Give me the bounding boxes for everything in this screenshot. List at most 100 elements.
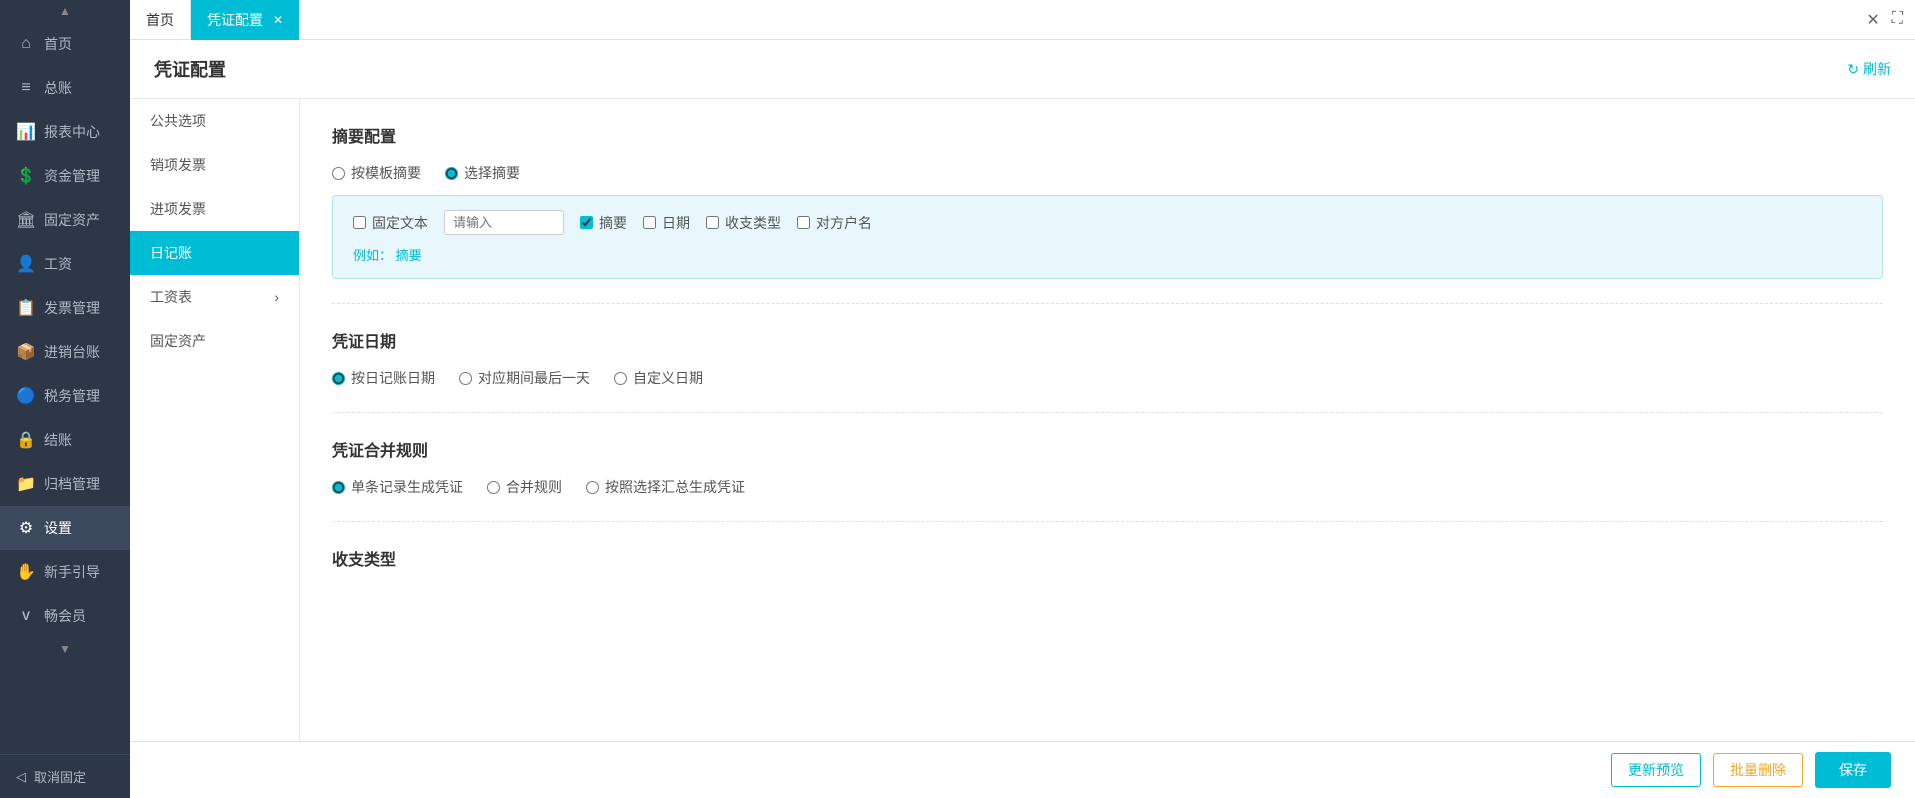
payroll-icon: 👤 bbox=[16, 254, 36, 274]
save-button[interactable]: 保存 bbox=[1815, 752, 1891, 788]
member-icon: V bbox=[16, 609, 36, 623]
left-nav-fixed-assets[interactable]: 固定资产 bbox=[130, 319, 299, 363]
invoices-icon: 📋 bbox=[16, 298, 36, 318]
summary-template-option[interactable]: 按模板摘要 bbox=[332, 163, 421, 183]
sidebar-scroll-up[interactable]: ▲ bbox=[0, 0, 130, 22]
main-area: 首页 凭证配置 ✕ ✕ ⛶ 凭证配置 ↻ 刷新 公共选项 bbox=[130, 0, 1915, 798]
sidebar-item-funds[interactable]: 💲 资金管理 bbox=[0, 154, 130, 198]
sidebar-item-guide[interactable]: ✋ 新手引导 bbox=[0, 550, 130, 594]
sidebar-unpin-button[interactable]: ◁ 取消固定 bbox=[0, 754, 130, 798]
merge-rule-radio[interactable] bbox=[487, 481, 500, 494]
refresh-button[interactable]: ↻ 刷新 bbox=[1847, 59, 1891, 79]
tab-home[interactable]: 首页 bbox=[130, 0, 191, 40]
period-last-radio[interactable] bbox=[459, 372, 472, 385]
summary-config-row: 固定文本 摘要 日期 bbox=[353, 210, 1862, 235]
journal-date-option[interactable]: 按日记账日期 bbox=[332, 368, 435, 388]
ledger-icon: ≡ bbox=[16, 79, 36, 97]
expand-window-icon[interactable]: ⛶ bbox=[1892, 10, 1903, 30]
fixed-text-input[interactable] bbox=[444, 210, 564, 235]
summary-config-box: 固定文本 摘要 日期 bbox=[332, 195, 1883, 279]
tab-close-icon[interactable]: ✕ bbox=[273, 13, 283, 27]
merge-rules-section: 凭证合并规则 单条记录生成凭证 合并规则 按照选择汇总生成凭证 bbox=[332, 437, 1883, 522]
reports-icon: 📊 bbox=[16, 122, 36, 142]
batch-delete-button[interactable]: 批量删除 bbox=[1713, 753, 1803, 787]
income-type-checkbox[interactable] bbox=[706, 216, 719, 229]
counterpart-checkbox-label[interactable]: 对方户名 bbox=[797, 213, 872, 233]
sidebar-item-archive[interactable]: 📁 归档管理 bbox=[0, 462, 130, 506]
counterpart-checkbox[interactable] bbox=[797, 216, 810, 229]
sidebar-item-home[interactable]: ⌂ 首页 bbox=[0, 22, 130, 66]
summary-title: 摘要配置 bbox=[332, 123, 1883, 147]
by-selection-radio[interactable] bbox=[586, 481, 599, 494]
sidebar-item-invoices[interactable]: 📋 发票管理 bbox=[0, 286, 130, 330]
left-nav-public[interactable]: 公共选项 bbox=[130, 99, 299, 143]
left-nav: 公共选项 销项发票 进项发票 日记账 工资表 › 固定资产 bbox=[130, 99, 300, 741]
closing-icon: 🔒 bbox=[16, 430, 36, 450]
fixed-text-checkbox[interactable] bbox=[353, 216, 366, 229]
date-checkbox-label[interactable]: 日期 bbox=[643, 213, 690, 233]
period-last-option[interactable]: 对应期间最后一天 bbox=[459, 368, 590, 388]
sidebar-item-reports[interactable]: 📊 报表中心 bbox=[0, 110, 130, 154]
assets-icon: 🏛 bbox=[16, 210, 36, 230]
voucher-date-title: 凭证日期 bbox=[332, 328, 1883, 352]
left-nav-sales-invoice[interactable]: 销项发票 bbox=[130, 143, 299, 187]
left-nav-journal[interactable]: 日记账 bbox=[130, 231, 299, 275]
update-preview-button[interactable]: 更新预览 bbox=[1611, 753, 1701, 787]
refresh-icon: ↻ bbox=[1847, 61, 1859, 78]
close-window-icon[interactable]: ✕ bbox=[1866, 10, 1879, 30]
sidebar-item-assets[interactable]: 🏛 固定资产 bbox=[0, 198, 130, 242]
page-title: 凭证配置 bbox=[154, 56, 226, 82]
sidebar: ▲ ⌂ 首页 ≡ 总账 📊 报表中心 💲 资金管理 🏛 固定资产 👤 工资 📋 … bbox=[0, 0, 130, 798]
tab-controls: ✕ ⛶ bbox=[1866, 10, 1915, 30]
arrow-right-icon: › bbox=[274, 289, 279, 305]
custom-date-radio[interactable] bbox=[614, 372, 627, 385]
by-selection-option[interactable]: 按照选择汇总生成凭证 bbox=[586, 477, 745, 497]
income-type-section: 收支类型 bbox=[332, 546, 1883, 610]
sidebar-item-closing[interactable]: 🔒 结账 bbox=[0, 418, 130, 462]
sidebar-item-inventory[interactable]: 📦 进销台账 bbox=[0, 330, 130, 374]
sidebar-item-payroll[interactable]: 👤 工资 bbox=[0, 242, 130, 286]
guide-icon: ✋ bbox=[16, 562, 36, 582]
page-content: 凭证配置 ↻ 刷新 公共选项 销项发票 进项发票 日记账 bbox=[130, 40, 1915, 798]
summary-section: 摘要配置 按模板摘要 选择摘要 bbox=[332, 123, 1883, 304]
tab-bar: 首页 凭证配置 ✕ ✕ ⛶ bbox=[130, 0, 1915, 40]
sidebar-item-tax[interactable]: 🔵 税务管理 bbox=[0, 374, 130, 418]
funds-icon: 💲 bbox=[16, 166, 36, 186]
home-icon: ⌂ bbox=[16, 35, 36, 53]
merge-rules-options-row: 单条记录生成凭证 合并规则 按照选择汇总生成凭证 bbox=[332, 477, 1883, 497]
merge-rule-option[interactable]: 合并规则 bbox=[487, 477, 562, 497]
right-content: 摘要配置 按模板摘要 选择摘要 bbox=[300, 99, 1915, 741]
single-record-radio[interactable] bbox=[332, 481, 345, 494]
left-nav-purchase-invoice[interactable]: 进项发票 bbox=[130, 187, 299, 231]
journal-date-radio[interactable] bbox=[332, 372, 345, 385]
sidebar-item-settings[interactable]: ⚙ 设置 bbox=[0, 506, 130, 550]
abstract-checkbox[interactable] bbox=[580, 216, 593, 229]
summary-template-radio[interactable] bbox=[332, 167, 345, 180]
income-type-title: 收支类型 bbox=[332, 546, 1883, 570]
sidebar-item-member[interactable]: V 畅会员 bbox=[0, 594, 130, 638]
tax-icon: 🔵 bbox=[16, 386, 36, 406]
fixed-text-checkbox-label[interactable]: 固定文本 bbox=[353, 213, 428, 233]
voucher-date-options-row: 按日记账日期 对应期间最后一天 自定义日期 bbox=[332, 368, 1883, 388]
inventory-icon: 📦 bbox=[16, 342, 36, 362]
merge-rules-title: 凭证合并规则 bbox=[332, 437, 1883, 461]
income-type-checkbox-label[interactable]: 收支类型 bbox=[706, 213, 781, 233]
page-header: 凭证配置 ↻ 刷新 bbox=[130, 40, 1915, 99]
archive-icon: 📁 bbox=[16, 474, 36, 494]
tab-voucher-config[interactable]: 凭证配置 ✕ bbox=[191, 0, 300, 40]
summary-select-radio[interactable] bbox=[445, 167, 458, 180]
body-layout: 公共选项 销项发票 进项发票 日记账 工资表 › 固定资产 bbox=[130, 99, 1915, 741]
single-record-option[interactable]: 单条记录生成凭证 bbox=[332, 477, 463, 497]
left-nav-payroll-table[interactable]: 工资表 › bbox=[130, 275, 299, 319]
custom-date-option[interactable]: 自定义日期 bbox=[614, 368, 703, 388]
summary-example: 例如： 摘要 bbox=[353, 245, 1862, 264]
summary-options-row: 按模板摘要 选择摘要 bbox=[332, 163, 1883, 183]
abstract-checkbox-label[interactable]: 摘要 bbox=[580, 213, 627, 233]
sidebar-item-ledger[interactable]: ≡ 总账 bbox=[0, 66, 130, 110]
date-checkbox[interactable] bbox=[643, 216, 656, 229]
settings-icon: ⚙ bbox=[16, 518, 36, 538]
summary-select-option[interactable]: 选择摘要 bbox=[445, 163, 520, 183]
voucher-date-section: 凭证日期 按日记账日期 对应期间最后一天 自定义日期 bbox=[332, 328, 1883, 413]
sidebar-scroll-down[interactable]: ▼ bbox=[0, 638, 130, 660]
bottom-action-bar: 更新预览 批量删除 保存 bbox=[130, 741, 1915, 798]
